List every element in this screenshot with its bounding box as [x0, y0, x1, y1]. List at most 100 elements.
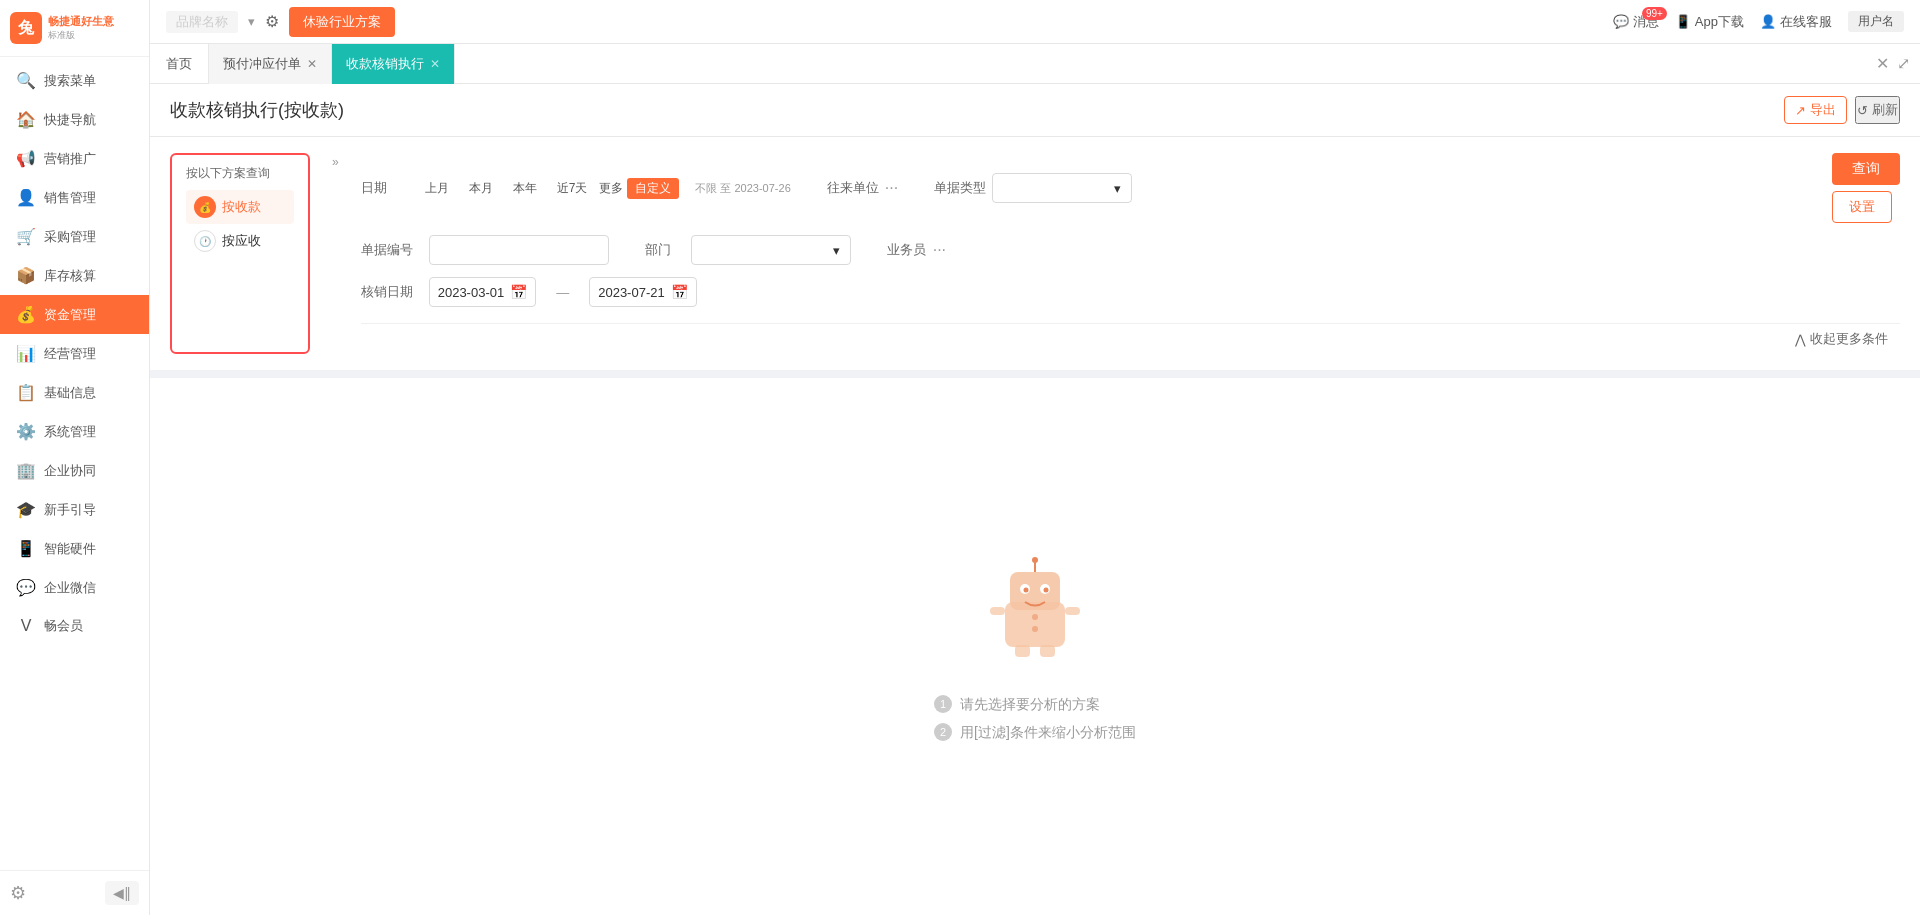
purchase-icon: 🛒	[16, 227, 36, 246]
svg-rect-11	[1040, 645, 1055, 657]
writeoff-date-end-input[interactable]: 2023-07-21 📅	[589, 277, 697, 307]
writeoff-date-start-input[interactable]: 2023-03-01 📅	[429, 277, 537, 307]
logo-badge: 标准版	[48, 29, 114, 42]
filter-settings-button[interactable]: 设置	[1832, 191, 1892, 223]
doc-type-filter: 单据类型 ▾	[934, 173, 1132, 203]
page-header: 收款核销执行(按收款) ↗ 导出 ↺ 刷新	[150, 84, 1920, 137]
message-button[interactable]: 💬 消息 99+	[1613, 13, 1659, 31]
date-label: 日期	[361, 179, 401, 197]
date-tab-this-year[interactable]: 本年	[505, 178, 545, 199]
tip-num-2: 2	[934, 723, 952, 741]
filter-option-by-receivable[interactable]: 🕐 按应收	[186, 224, 294, 258]
enterprise-icon: 🏢	[16, 461, 36, 480]
tab-close-window-icon[interactable]: ✕	[1876, 54, 1889, 73]
filter-option-by-collection[interactable]: 💰 按收款	[186, 190, 294, 224]
export-icon: ↗	[1795, 103, 1806, 118]
search-icon: 🔍	[16, 71, 36, 90]
user-info[interactable]: 用户名	[1848, 11, 1904, 32]
query-button[interactable]: 查询	[1832, 153, 1900, 185]
collapse-filter-button[interactable]: »	[326, 155, 345, 169]
counterparty-filter: 往来单位 ···	[827, 179, 898, 197]
sidebar-item-finance[interactable]: 💰 资金管理	[0, 295, 149, 334]
sidebar-item-basic[interactable]: 📋 基础信息	[0, 373, 149, 412]
sidebar-item-label: 库存核算	[44, 267, 96, 285]
salesperson-label: 业务员	[887, 241, 927, 259]
date-tab-more[interactable]: 更多	[599, 180, 623, 197]
sidebar-item-label: 快捷导航	[44, 111, 96, 129]
sidebar-item-marketing[interactable]: 📢 营销推广	[0, 139, 149, 178]
query-actions: 查询 设置	[1832, 153, 1900, 223]
date-tab-7days[interactable]: 近7天	[549, 178, 596, 199]
sidebar-item-member[interactable]: V 畅会员	[0, 607, 149, 645]
doc-number-input[interactable]	[429, 235, 609, 265]
sidebar-item-purchase[interactable]: 🛒 采购管理	[0, 217, 149, 256]
chevron-down-icon[interactable]: ▾	[248, 14, 255, 29]
sidebar-item-guide[interactable]: 🎓 新手引导	[0, 490, 149, 529]
sidebar-item-label: 资金管理	[44, 306, 96, 324]
sidebar-item-hardware[interactable]: 📱 智能硬件	[0, 529, 149, 568]
export-button[interactable]: ↗ 导出	[1784, 96, 1847, 124]
app-download-button[interactable]: 📱 App下载	[1675, 13, 1744, 31]
date-tab-this-month[interactable]: 本月	[461, 178, 501, 199]
tab-expand-icon[interactable]: ⤢	[1897, 54, 1910, 73]
collapse-sidebar-button[interactable]: ◀‖	[105, 881, 139, 905]
sidebar-item-inventory[interactable]: 📦 库存核算	[0, 256, 149, 295]
chevron-down-icon: ▾	[1114, 181, 1121, 196]
sidebar-item-label: 智能硬件	[44, 540, 96, 558]
refresh-label: 刷新	[1872, 101, 1898, 119]
department-filter: 部门 ▾	[645, 235, 851, 265]
svg-point-13	[1032, 626, 1038, 632]
message-icon: 💬	[1613, 14, 1629, 29]
writeoff-date-end-text: 2023-07-21	[598, 285, 665, 300]
sidebar-item-search[interactable]: 🔍 搜索菜单	[0, 61, 149, 100]
online-service-button[interactable]: 👤 在线客服	[1760, 13, 1832, 31]
tip-text-2: 用[过滤]条件来缩小分析范围	[960, 718, 1136, 746]
empty-state: 1 请先选择要分析的方案 2 用[过滤]条件来缩小分析范围	[150, 378, 1920, 915]
tab-prepay-close-icon[interactable]: ✕	[307, 57, 317, 71]
sidebar-item-wecom[interactable]: 💬 企业微信	[0, 568, 149, 607]
content-area: 收款核销执行(按收款) ↗ 导出 ↺ 刷新 按以下方案查询 💰 按收款	[150, 84, 1920, 915]
system-icon: ⚙️	[16, 422, 36, 441]
date-tab-last-month[interactable]: 上月	[417, 178, 457, 199]
filter-row-3: 核销日期 2023-03-01 📅 — 2023-07-21 📅	[361, 277, 1900, 307]
industry-solution-button[interactable]: 休验行业方案	[289, 7, 395, 37]
header-brand: 品牌名称	[166, 11, 238, 33]
top-header: 品牌名称 ▾ ⚙ 休验行业方案 💬 消息 99+ 📱 App下载 👤 在线客服 …	[150, 0, 1920, 44]
date-separator: —	[552, 285, 573, 300]
wecom-icon: 💬	[16, 578, 36, 597]
svg-rect-8	[990, 607, 1005, 615]
tab-home[interactable]: 首页	[150, 44, 209, 84]
doc-type-select[interactable]: ▾	[992, 173, 1132, 203]
sidebar-item-shortcut[interactable]: 🏠 快捷导航	[0, 100, 149, 139]
chevron-down-icon: ▾	[833, 243, 840, 258]
tab-collection-close-icon[interactable]: ✕	[430, 57, 440, 71]
sidebar-item-label: 企业协同	[44, 462, 96, 480]
department-select[interactable]: ▾	[691, 235, 851, 265]
counterparty-input[interactable]: ···	[885, 179, 898, 197]
settings-icon[interactable]: ⚙	[10, 882, 26, 904]
date-tab-custom[interactable]: 自定义	[627, 178, 679, 199]
finance-icon: 💰	[16, 305, 36, 324]
header-gear-icon[interactable]: ⚙	[265, 12, 279, 31]
refresh-button[interactable]: ↺ 刷新	[1855, 96, 1900, 124]
sidebar-item-system[interactable]: ⚙️ 系统管理	[0, 412, 149, 451]
sidebar-item-label: 经营管理	[44, 345, 96, 363]
department-label: 部门	[645, 241, 685, 259]
sidebar-bottom: ⚙ ◀‖	[0, 870, 149, 915]
sidebar-item-enterprise[interactable]: 🏢 企业协同	[0, 451, 149, 490]
export-label: 导出	[1810, 101, 1836, 119]
salesperson-input[interactable]: ···	[933, 241, 946, 259]
sidebar-item-label: 搜索菜单	[44, 72, 96, 90]
tab-collection[interactable]: 收款核销执行 ✕	[332, 44, 455, 84]
tip-item-1: 1 请先选择要分析的方案	[934, 690, 1136, 718]
counterparty-label: 往来单位	[827, 179, 879, 197]
collapse-more-button[interactable]: ⋀ 收起更多条件	[361, 323, 1900, 354]
sidebar-item-label: 畅会员	[44, 617, 83, 635]
salesperson-filter: 业务员 ···	[887, 241, 946, 259]
tab-prepay[interactable]: 预付冲应付单 ✕	[209, 44, 332, 84]
sidebar-item-operation[interactable]: 📊 经营管理	[0, 334, 149, 373]
sidebar-item-sales[interactable]: 👤 销售管理	[0, 178, 149, 217]
tip-item-2: 2 用[过滤]条件来缩小分析范围	[934, 718, 1136, 746]
svg-point-7	[1032, 557, 1038, 563]
svg-rect-10	[1015, 645, 1030, 657]
